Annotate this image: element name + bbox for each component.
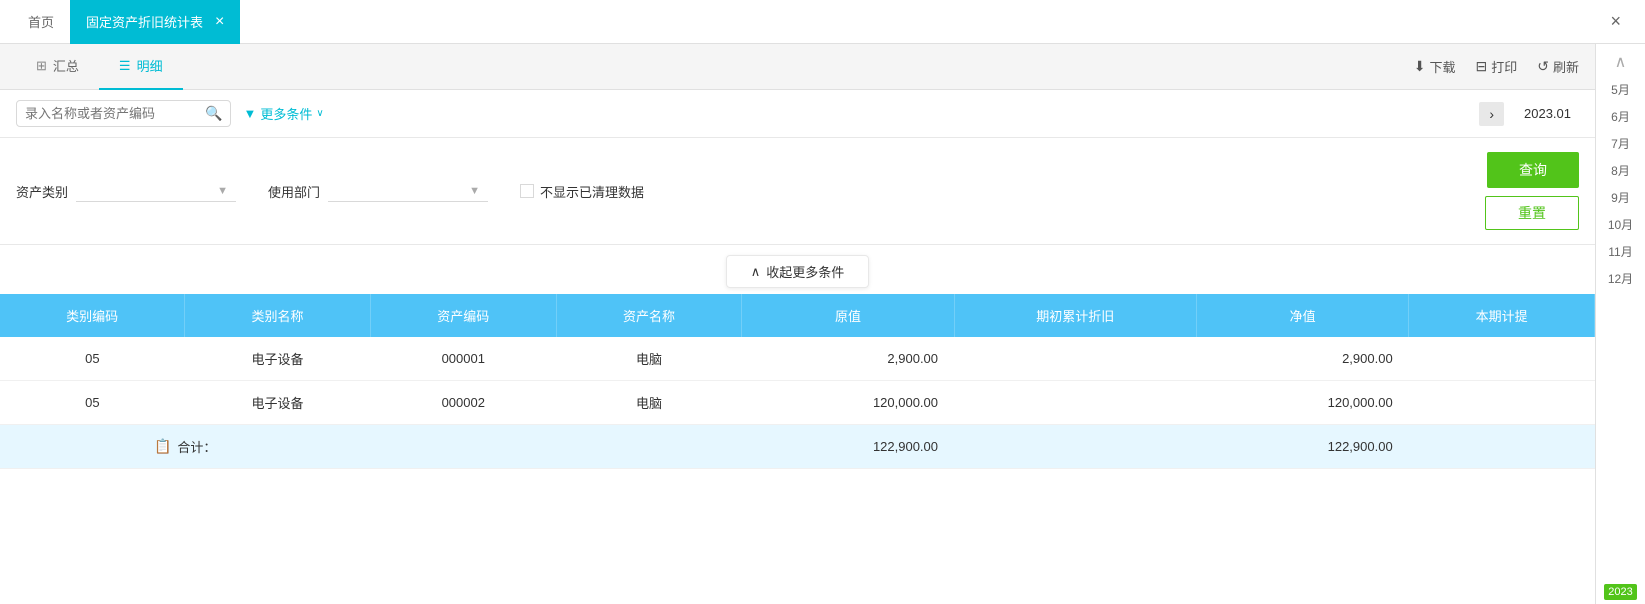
row1-code: 05 xyxy=(0,337,185,381)
row2-original-value: 120,000.00 xyxy=(742,381,954,425)
chevron-down-icon: ∨ xyxy=(316,108,323,119)
print-label: 打印 xyxy=(1491,57,1517,76)
total-original-value: 122,900.00 xyxy=(742,425,954,469)
row2-acc-depreciation xyxy=(954,381,1197,425)
date-display: 2023.01 xyxy=(1516,106,1579,121)
department-filter: 使用部门 ▼ xyxy=(268,181,488,202)
asset-category-filter: 资产类别 ▼ xyxy=(16,181,236,202)
month-7[interactable]: 7月 xyxy=(1596,130,1645,157)
refresh-label: 刷新 xyxy=(1553,57,1579,76)
hide-cleared-label: 不显示已清理数据 xyxy=(540,182,644,201)
row2-category-name: 电子设备 xyxy=(185,381,371,425)
tab-summary[interactable]: ⊞ 汇总 xyxy=(16,44,99,90)
department-label: 使用部门 xyxy=(268,182,320,201)
col-original-value: 原值 xyxy=(742,294,954,337)
col-net-value: 净值 xyxy=(1197,294,1409,337)
row2-current-depreciation xyxy=(1409,381,1595,425)
table-row[interactable]: 05 电子设备 000001 电脑 2,900.00 2,900.00 xyxy=(0,337,1595,381)
asset-category-arrow: ▼ xyxy=(217,185,228,197)
hide-cleared-checkbox[interactable] xyxy=(520,184,534,198)
row1-category-name: 电子设备 xyxy=(185,337,371,381)
more-filter-label: 更多条件 xyxy=(260,104,312,123)
home-nav[interactable]: 首页 xyxy=(12,12,70,31)
collapse-more-conditions-btn[interactable]: ∧ 收起更多条件 xyxy=(726,255,870,288)
month-11[interactable]: 11月 xyxy=(1596,238,1645,265)
more-filter-btn[interactable]: ▼ 更多条件 ∨ xyxy=(243,104,323,123)
window-close-button[interactable]: × xyxy=(1598,11,1633,32)
download-label: 下载 xyxy=(1429,57,1455,76)
print-icon: ⊟ xyxy=(1476,58,1488,75)
col-asset-code: 资产编码 xyxy=(370,294,556,337)
total-current-depreciation xyxy=(1409,425,1595,469)
col-asset-name: 资产名称 xyxy=(556,294,742,337)
query-button[interactable]: 查询 xyxy=(1487,152,1579,188)
row1-asset-name: 电脑 xyxy=(556,337,742,381)
row1-asset-code: 000001 xyxy=(370,337,556,381)
total-icon: 📋 xyxy=(154,438,171,455)
total-asset-name xyxy=(556,425,742,469)
list-icon: ☰ xyxy=(119,58,131,74)
row1-original-value: 2,900.00 xyxy=(742,337,954,381)
month-10[interactable]: 10月 xyxy=(1596,211,1645,238)
print-action[interactable]: ⊟ 打印 xyxy=(1476,57,1518,76)
total-row: 📋 合计： 122,900.00 122,900.00 xyxy=(0,425,1595,469)
year-badge[interactable]: 2023 xyxy=(1604,584,1636,600)
col-category-name: 类别名称 xyxy=(185,294,371,337)
total-asset-code xyxy=(370,425,556,469)
total-label: 合计： xyxy=(177,437,216,456)
scroll-up-icon[interactable]: ∧ xyxy=(1611,48,1631,76)
month-8[interactable]: 8月 xyxy=(1596,157,1645,184)
collapse-icon: ∧ xyxy=(751,264,761,280)
right-panel: ∧ 5月 6月 7月 8月 9月 10月 11月 12月 2023 xyxy=(1595,44,1645,604)
col-current-depreciation: 本期计提 xyxy=(1409,294,1595,337)
download-action[interactable]: ⬇ 下载 xyxy=(1414,57,1456,76)
table-row[interactable]: 05 电子设备 000002 电脑 120,000.00 120,000.00 xyxy=(0,381,1595,425)
col-acc-depreciation: 期初累计折旧 xyxy=(954,294,1197,337)
date-nav-btn[interactable]: › xyxy=(1479,102,1504,126)
row2-asset-name: 电脑 xyxy=(556,381,742,425)
search-input[interactable] xyxy=(25,106,205,121)
row2-code: 05 xyxy=(0,381,185,425)
search-icon[interactable]: 🔍 xyxy=(205,105,222,122)
tab-detail[interactable]: ☰ 明细 xyxy=(99,44,183,90)
department-select[interactable]: ▼ xyxy=(328,181,488,202)
department-arrow: ▼ xyxy=(469,185,480,197)
collapse-label: 收起更多条件 xyxy=(766,262,844,281)
asset-category-label: 资产类别 xyxy=(16,182,68,201)
tab-detail-label: 明细 xyxy=(137,56,163,75)
total-acc-depreciation xyxy=(954,425,1197,469)
download-icon: ⬇ xyxy=(1414,58,1426,75)
total-net-value: 122,900.00 xyxy=(1197,425,1409,469)
row2-net-value: 120,000.00 xyxy=(1197,381,1409,425)
reset-button[interactable]: 重置 xyxy=(1485,196,1579,230)
tab-label: 固定资产折旧统计表 xyxy=(86,12,203,31)
asset-category-select[interactable]: ▼ xyxy=(76,181,236,202)
data-table-wrap: 类别编码 类别名称 资产编码 资产名称 原值 期初累计折旧 净值 本期计提 05… xyxy=(0,294,1595,604)
hide-cleared-filter: 不显示已清理数据 xyxy=(520,182,644,201)
month-12[interactable]: 12月 xyxy=(1596,265,1645,292)
month-5[interactable]: 5月 xyxy=(1596,76,1645,103)
month-9[interactable]: 9月 xyxy=(1596,184,1645,211)
month-6[interactable]: 6月 xyxy=(1596,103,1645,130)
refresh-action[interactable]: ↺ 刷新 xyxy=(1537,57,1579,76)
active-tab[interactable]: 固定资产折旧统计表 × xyxy=(70,0,240,44)
row1-current-depreciation xyxy=(1409,337,1595,381)
tab-summary-label: 汇总 xyxy=(53,56,79,75)
tab-close-icon[interactable]: × xyxy=(215,13,224,31)
row1-acc-depreciation xyxy=(954,337,1197,381)
search-input-wrap[interactable]: 🔍 xyxy=(16,100,231,127)
refresh-icon: ↺ xyxy=(1537,58,1549,75)
row1-net-value: 2,900.00 xyxy=(1197,337,1409,381)
filter-icon: ▼ xyxy=(243,106,256,121)
col-category-code: 类别编码 xyxy=(0,294,185,337)
row2-asset-code: 000002 xyxy=(370,381,556,425)
layers-icon: ⊞ xyxy=(36,58,47,74)
